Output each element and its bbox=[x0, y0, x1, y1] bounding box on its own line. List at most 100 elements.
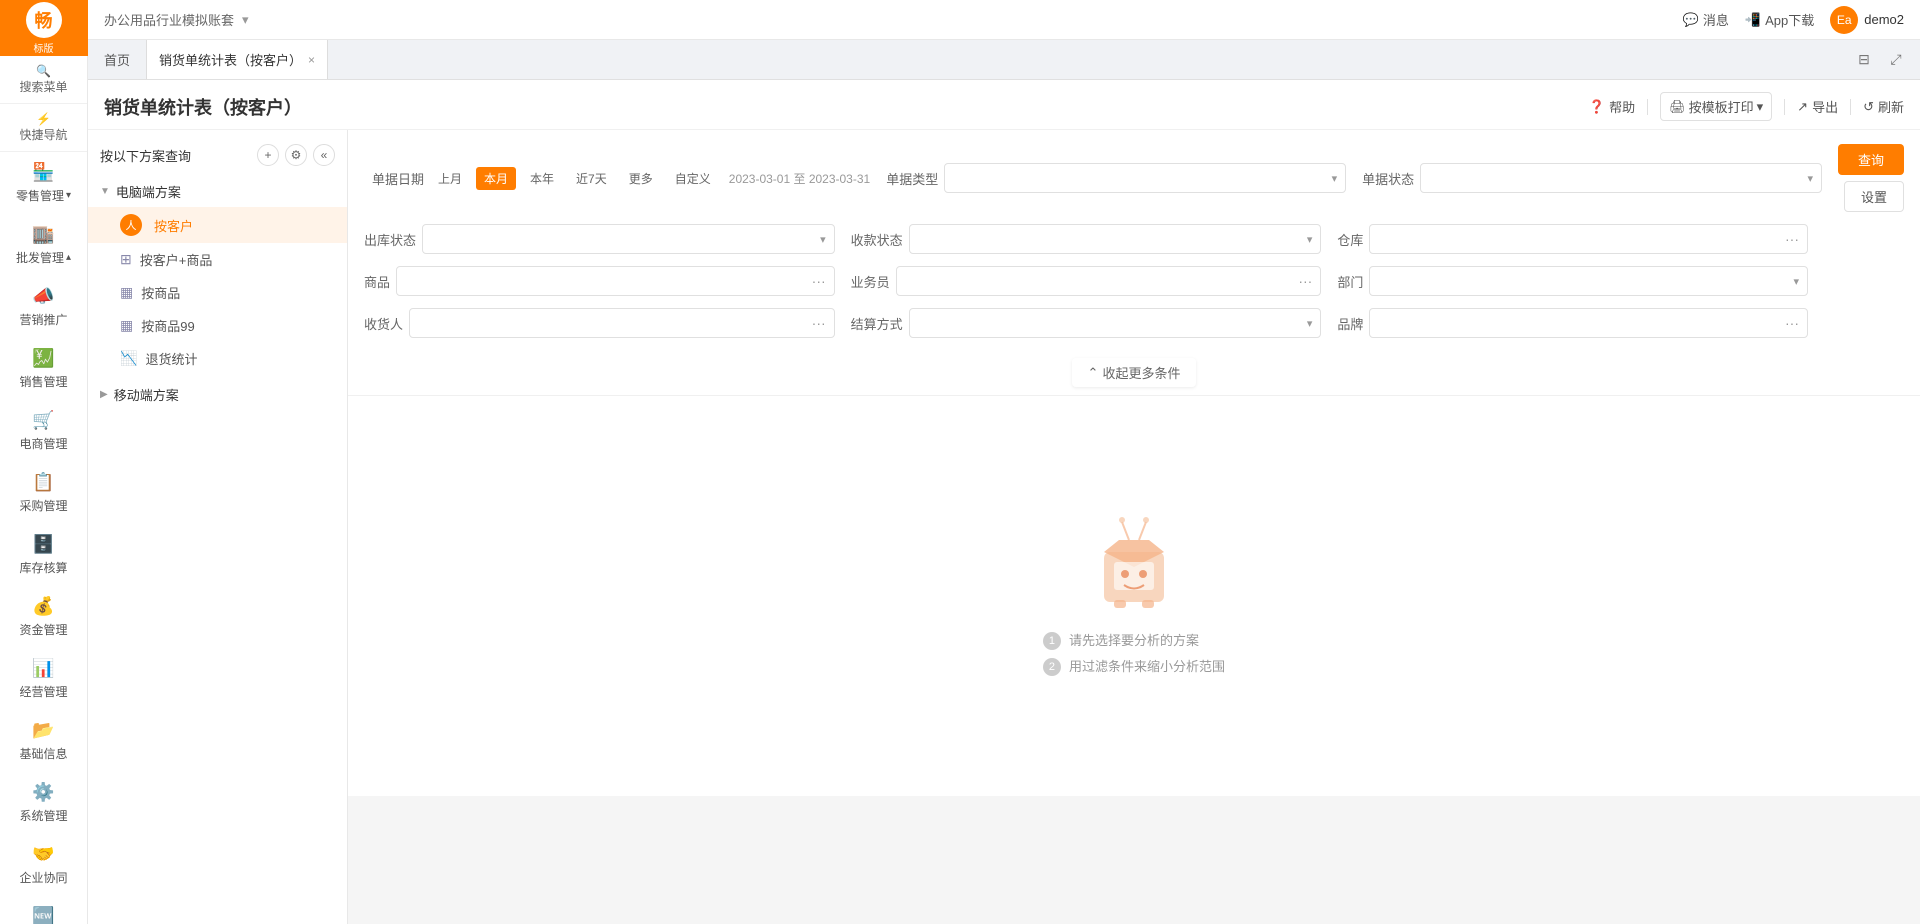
app-download-btn[interactable]: 📲 App下载 bbox=[1745, 10, 1814, 29]
scheme-item-by-goods[interactable]: ▦ 按商品 bbox=[88, 276, 347, 309]
user-menu[interactable]: Ea demo2 bbox=[1830, 6, 1904, 34]
sidebar-item-ecommerce[interactable]: 🛒 电商管理 bbox=[0, 400, 87, 462]
print-btn[interactable]: 🖨 按模板打印 ▾ bbox=[1660, 92, 1772, 121]
sidebar-item-operations[interactable]: 📊 经营管理 bbox=[0, 648, 87, 710]
doc-type-label: 单据类型 bbox=[886, 169, 938, 188]
sidebar-search-label: 搜索菜单 bbox=[0, 78, 87, 95]
message-btn[interactable]: 💬 消息 bbox=[1683, 10, 1729, 29]
message-icon: 💬 bbox=[1683, 12, 1699, 28]
sidebar-item-shortcut[interactable]: ⚡ 快捷导航 bbox=[0, 104, 87, 152]
inventory-label: 库存核算 bbox=[19, 559, 67, 576]
sidebar-item-finance[interactable]: 💰 资金管理 bbox=[0, 586, 87, 648]
settlement-arrow: ▾ bbox=[1307, 317, 1313, 330]
scheme-collapse-btn[interactable]: « bbox=[313, 144, 335, 166]
wholesale-arrow: ▴ bbox=[66, 252, 71, 263]
last7-btn[interactable]: 近7天 bbox=[568, 167, 615, 190]
print-icon: 🖨 bbox=[1669, 99, 1686, 115]
sidebar-item-marketing[interactable]: 📣 营销推广 bbox=[0, 276, 87, 338]
tab-bar: 首页 销货单统计表（按客户） × ⊟ ⤢ bbox=[88, 40, 1920, 80]
scheme-item-by-customer[interactable]: 人 按客户 bbox=[88, 207, 347, 243]
warehouse-dots[interactable]: ··· bbox=[1785, 231, 1799, 247]
out-status-select[interactable]: ▾ bbox=[422, 224, 835, 254]
step-1-num: 1 bbox=[1043, 632, 1061, 650]
scheme-item-by-customer-goods[interactable]: ⊞ 按客户+商品 bbox=[88, 243, 347, 276]
consignee-dots[interactable]: ··· bbox=[812, 315, 826, 331]
brand-select[interactable]: ··· bbox=[1369, 308, 1808, 338]
this-year-btn[interactable]: 本年 bbox=[522, 167, 562, 190]
sidebar-item-basic[interactable]: 📂 基础信息 bbox=[0, 710, 87, 772]
divider3 bbox=[1850, 99, 1851, 115]
mobile-group-label: 移动端方案 bbox=[114, 385, 179, 404]
doc-type-arrow: ▾ bbox=[1332, 172, 1338, 185]
doc-type-filter: 单据类型 ▾ bbox=[886, 163, 1346, 193]
tab-home[interactable]: 首页 bbox=[88, 40, 147, 79]
goods-label: 商品 bbox=[364, 272, 390, 291]
right-panel: 单据日期 上月 本月 本年 近7天 更多 自定义 2023-03-01 至 20… bbox=[348, 130, 1920, 924]
sidebar-item-retail[interactable]: 🏪 零售管理 ▾ bbox=[0, 152, 87, 214]
tab-maximize-btn[interactable]: ⤢ bbox=[1884, 48, 1908, 72]
salesperson-dots[interactable]: ··· bbox=[1298, 273, 1312, 289]
help-icon: ❓ bbox=[1589, 99, 1605, 115]
last-month-btn[interactable]: 上月 bbox=[430, 167, 470, 190]
export-btn[interactable]: ↗ 导出 bbox=[1797, 97, 1838, 116]
consignee-select[interactable]: ··· bbox=[409, 308, 835, 338]
empty-step-2: 2 用过滤条件来缩小分析范围 bbox=[1043, 654, 1225, 680]
this-month-btn[interactable]: 本月 bbox=[476, 167, 516, 190]
refresh-btn[interactable]: ↺ 刷新 bbox=[1863, 97, 1904, 116]
tab-minimize-btn[interactable]: ⊟ bbox=[1852, 48, 1876, 72]
scheme-item-label: 按客户+商品 bbox=[140, 250, 213, 269]
scheme-add-btn[interactable]: + bbox=[257, 144, 279, 166]
payment-status-select[interactable]: ▾ bbox=[909, 224, 1322, 254]
tab-active[interactable]: 销货单统计表（按客户） × bbox=[147, 40, 328, 79]
sidebar-item-purchase[interactable]: 📋 采购管理 bbox=[0, 462, 87, 524]
warehouse-select[interactable]: ··· bbox=[1369, 224, 1808, 254]
scheme-item-by-goods-99[interactable]: ▦ 按商品99 bbox=[88, 309, 347, 342]
app-download-icon: 📲 bbox=[1745, 12, 1761, 28]
system-icon: ⚙️ bbox=[32, 782, 54, 803]
scheme-item-label: 按商品99 bbox=[141, 316, 194, 335]
sidebar-item-inventory[interactable]: 🗄️ 库存核算 bbox=[0, 524, 87, 586]
warehouse-filter: 仓库 ··· bbox=[1337, 224, 1808, 254]
department-select[interactable]: ▾ bbox=[1369, 266, 1808, 296]
doc-type-select[interactable]: ▾ bbox=[944, 163, 1346, 193]
sidebar-item-sales[interactable]: 💹 销售管理 bbox=[0, 338, 87, 400]
sidebar-item-search[interactable]: 🔍 搜索菜单 bbox=[0, 56, 87, 104]
basic-label: 基础信息 bbox=[19, 745, 67, 762]
goods-select[interactable]: ··· bbox=[396, 266, 835, 296]
divider1 bbox=[1647, 99, 1648, 115]
logo-text: 标版 bbox=[34, 40, 54, 55]
settlement-select[interactable]: ▾ bbox=[909, 308, 1322, 338]
settings-btn[interactable]: 设置 bbox=[1844, 181, 1904, 212]
more-date-btn[interactable]: 更多 bbox=[621, 167, 661, 190]
salesperson-select[interactable]: ··· bbox=[896, 266, 1322, 296]
mobile-group-header[interactable]: ▶ 移动端方案 bbox=[88, 379, 347, 410]
desktop-group-header[interactable]: ▼ 电脑端方案 bbox=[88, 176, 347, 207]
sidebar-item-wholesale[interactable]: 🏬 批发管理 ▴ bbox=[0, 214, 87, 276]
message-label: 消息 bbox=[1703, 10, 1729, 29]
sidebar-item-newuser[interactable]: 🆕 新手引导 bbox=[0, 896, 87, 924]
dropdown-arrow-icon[interactable]: ▾ bbox=[242, 12, 249, 28]
page-title-actions: ❓ 帮助 🖨 按模板打印 ▾ ↗ 导出 ↺ 刷新 bbox=[1589, 92, 1904, 121]
date-range: 2023-03-01 至 2023-03-31 bbox=[729, 170, 870, 187]
brand-dots[interactable]: ··· bbox=[1785, 315, 1799, 331]
custom-date-btn[interactable]: 自定义 bbox=[667, 167, 719, 190]
doc-status-select[interactable]: ▾ bbox=[1420, 163, 1822, 193]
tab-close-icon[interactable]: × bbox=[308, 53, 315, 67]
scheme-settings-btn[interactable]: ⚙ bbox=[285, 144, 307, 166]
sidebar-menu: 🏪 零售管理 ▾ 🏬 批发管理 ▴ 📣 营销推广 💹 销售管理 🛒 电商管理 bbox=[0, 152, 87, 924]
date-label: 单据日期 bbox=[364, 169, 424, 188]
salesperson-label: 业务员 bbox=[851, 272, 890, 291]
scheme-item-label: 按商品 bbox=[141, 283, 180, 302]
sidebar-item-system[interactable]: ⚙️ 系统管理 bbox=[0, 772, 87, 834]
doc-status-label: 单据状态 bbox=[1362, 169, 1414, 188]
goods-dots[interactable]: ··· bbox=[812, 273, 826, 289]
brand-label: 品牌 bbox=[1337, 314, 1363, 333]
help-btn[interactable]: ❓ 帮助 bbox=[1589, 97, 1635, 116]
query-btn[interactable]: 查询 bbox=[1838, 144, 1904, 175]
inventory-icon: 🗄️ bbox=[32, 534, 54, 555]
scheme-item-return-stats[interactable]: 📉 退货统计 bbox=[88, 342, 347, 375]
collapse-btn[interactable]: ⌃ 收起更多条件 bbox=[1072, 358, 1197, 387]
divider2 bbox=[1784, 99, 1785, 115]
sidebar-item-enterprise[interactable]: 🤝 企业协同 bbox=[0, 834, 87, 896]
desktop-group-label: 电脑端方案 bbox=[116, 182, 181, 201]
